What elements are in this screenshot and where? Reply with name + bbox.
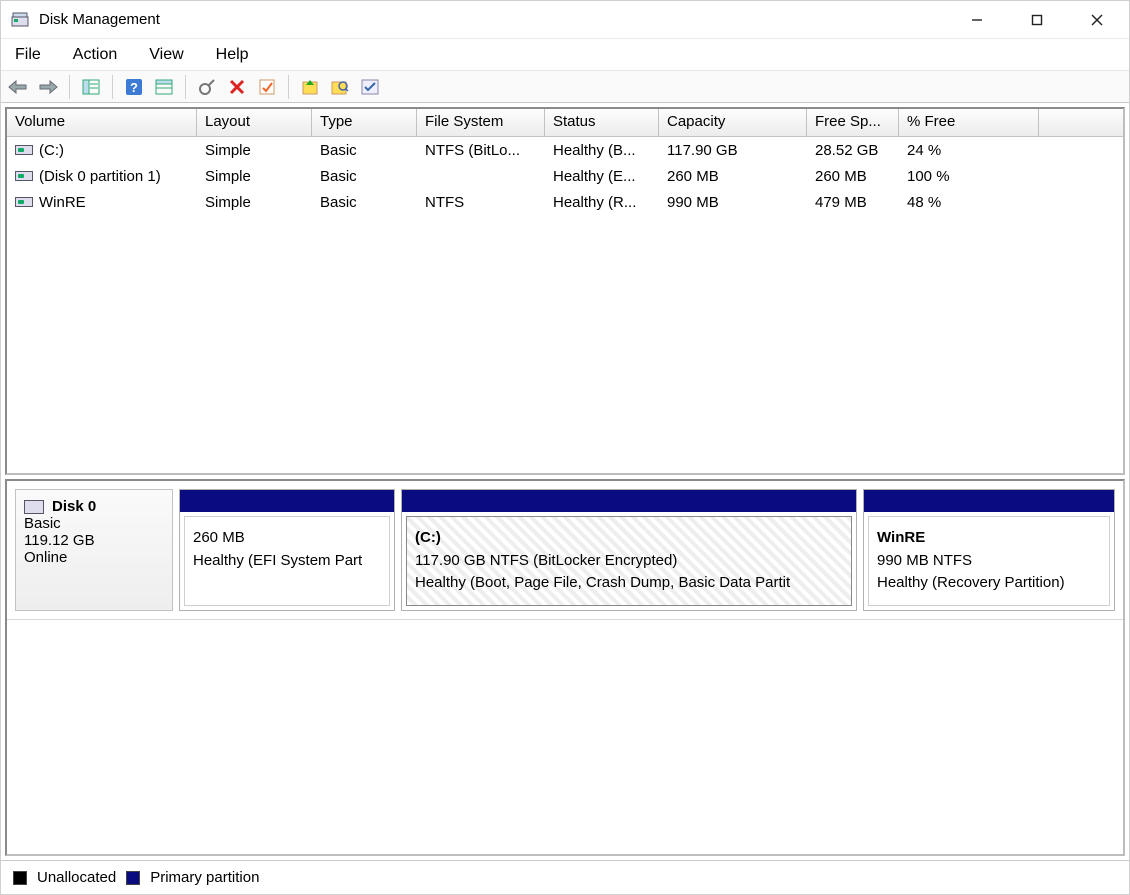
help-icon[interactable]: ? <box>121 74 147 100</box>
volume-capacity: 117.90 GB <box>659 142 807 159</box>
disk-row: Disk 0 Basic 119.12 GB Online 260 MB Hea… <box>7 481 1123 620</box>
find-icon[interactable] <box>327 74 353 100</box>
volume-capacity: 990 MB <box>659 194 807 211</box>
action-up-icon[interactable] <box>297 74 323 100</box>
col-filesystem[interactable]: File System <box>417 109 545 136</box>
volume-free: 479 MB <box>807 194 899 211</box>
col-pctfree[interactable]: % Free <box>899 109 1039 136</box>
maximize-button[interactable] <box>1007 2 1067 38</box>
col-status[interactable]: Status <box>545 109 659 136</box>
volume-row[interactable]: WinRE Simple Basic NTFS Healthy (R... 99… <box>7 189 1123 215</box>
volume-layout: Simple <box>197 168 312 185</box>
disk-graphic-pane: Disk 0 Basic 119.12 GB Online 260 MB Hea… <box>5 479 1125 856</box>
legend-label-primary: Primary partition <box>150 869 259 886</box>
minimize-button[interactable] <box>947 2 1007 38</box>
disk-size: 119.12 GB <box>24 532 164 549</box>
volume-fs: NTFS (BitLo... <box>417 142 545 159</box>
close-button[interactable] <box>1067 2 1127 38</box>
properties-icon[interactable] <box>254 74 280 100</box>
volume-status: Healthy (E... <box>545 168 659 185</box>
partition-color-bar <box>180 490 394 512</box>
volume-name: (C:) <box>39 142 64 159</box>
volume-row[interactable]: (C:) Simple Basic NTFS (BitLo... Healthy… <box>7 137 1123 163</box>
volume-icon <box>15 145 33 155</box>
settings-list-icon[interactable] <box>151 74 177 100</box>
toolbar: ? <box>1 71 1129 103</box>
volume-fs: NTFS <box>417 194 545 211</box>
partition-line2: Healthy (EFI System Part <box>193 550 381 573</box>
partition-name: (C:) <box>415 527 843 550</box>
partition-line1: 990 MB NTFS <box>877 550 1101 573</box>
volume-type: Basic <box>312 142 417 159</box>
disk-name: Disk 0 <box>52 498 164 515</box>
col-volume[interactable]: Volume <box>7 109 197 136</box>
titlebar: Disk Management <box>1 1 1129 39</box>
volume-name: (Disk 0 partition 1) <box>39 168 161 185</box>
partition-color-bar <box>402 490 856 512</box>
volume-icon <box>15 197 33 207</box>
partition[interactable]: 260 MB Healthy (EFI System Part <box>179 489 395 611</box>
volume-list-header: Volume Layout Type File System Status Ca… <box>7 109 1123 137</box>
svg-text:?: ? <box>130 80 138 95</box>
refresh-icon[interactable] <box>194 74 220 100</box>
volume-pct: 48 % <box>899 194 1039 211</box>
volume-list[interactable]: Volume Layout Type File System Status Ca… <box>5 107 1125 475</box>
partition-line1: 260 MB <box>193 527 381 550</box>
col-freespace[interactable]: Free Sp... <box>807 109 899 136</box>
volume-layout: Simple <box>197 142 312 159</box>
partition-line2: Healthy (Boot, Page File, Crash Dump, Ba… <box>415 572 843 595</box>
window-title: Disk Management <box>39 11 160 28</box>
col-layout[interactable]: Layout <box>197 109 312 136</box>
disk-status: Online <box>24 549 164 566</box>
legend: Unallocated Primary partition <box>1 860 1129 894</box>
menu-help[interactable]: Help <box>210 44 255 66</box>
partition-name: WinRE <box>877 527 1101 550</box>
partition-color-bar <box>864 490 1114 512</box>
delete-icon[interactable] <box>224 74 250 100</box>
menu-action[interactable]: Action <box>67 44 123 66</box>
volume-capacity: 260 MB <box>659 168 807 185</box>
partition[interactable]: WinRE 990 MB NTFS Healthy (Recovery Part… <box>863 489 1115 611</box>
disk-type: Basic <box>24 515 164 532</box>
volume-icon <box>15 171 33 181</box>
menu-file[interactable]: File <box>9 44 47 66</box>
disk-icon <box>24 500 44 514</box>
menu-view[interactable]: View <box>143 44 189 66</box>
volume-type: Basic <box>312 194 417 211</box>
options-icon[interactable] <box>357 74 383 100</box>
volume-type: Basic <box>312 168 417 185</box>
window-controls <box>947 2 1127 38</box>
volume-pct: 24 % <box>899 142 1039 159</box>
legend-label-unallocated: Unallocated <box>37 869 116 886</box>
volume-free: 28.52 GB <box>807 142 899 159</box>
back-button[interactable] <box>5 74 31 100</box>
show-hide-console-tree-icon[interactable] <box>78 74 104 100</box>
volume-layout: Simple <box>197 194 312 211</box>
disk-info[interactable]: Disk 0 Basic 119.12 GB Online <box>15 489 173 611</box>
partition-line2: Healthy (Recovery Partition) <box>877 572 1101 595</box>
volume-pct: 100 % <box>899 168 1039 185</box>
volume-status: Healthy (B... <box>545 142 659 159</box>
legend-swatch-unallocated <box>13 871 27 885</box>
partition-line1: 117.90 GB NTFS (BitLocker Encrypted) <box>415 550 843 573</box>
app-icon <box>11 11 29 29</box>
col-capacity[interactable]: Capacity <box>659 109 807 136</box>
volume-status: Healthy (R... <box>545 194 659 211</box>
forward-button[interactable] <box>35 74 61 100</box>
volume-row[interactable]: (Disk 0 partition 1) Simple Basic Health… <box>7 163 1123 189</box>
partition[interactable]: (C:) 117.90 GB NTFS (BitLocker Encrypted… <box>401 489 857 611</box>
volume-name: WinRE <box>39 194 86 211</box>
col-type[interactable]: Type <box>312 109 417 136</box>
volume-free: 260 MB <box>807 168 899 185</box>
legend-swatch-primary <box>126 871 140 885</box>
menubar: File Action View Help <box>1 39 1129 71</box>
